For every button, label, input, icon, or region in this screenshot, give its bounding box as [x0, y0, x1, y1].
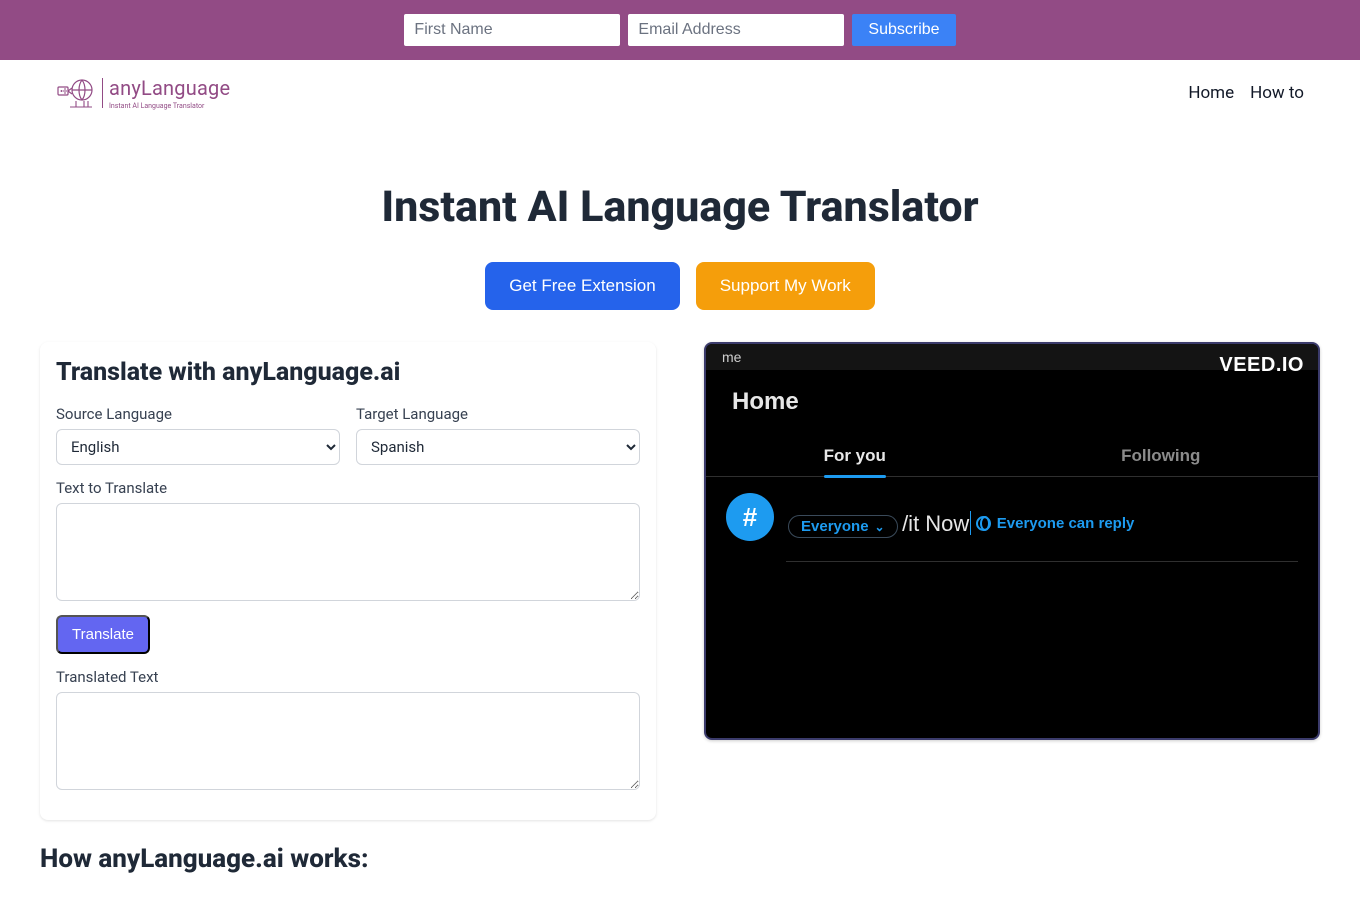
email-input[interactable] [628, 14, 844, 46]
logo-icon [56, 77, 96, 109]
translate-card-title: Translate with anyLanguage.ai [56, 358, 640, 387]
demo-tabs: For you Following [706, 446, 1318, 476]
demo-compose-text[interactable]: /it Now [902, 511, 971, 537]
first-name-input[interactable] [404, 14, 620, 46]
translate-card: Translate with anyLanguage.ai Source Lan… [40, 342, 656, 820]
logo-text-block: anyLanguage Instant AI Language Translat… [109, 76, 230, 110]
demo-reply-label: Everyone can reply [997, 515, 1135, 532]
demo-compose-divider [786, 561, 1298, 562]
nav-howto[interactable]: How to [1250, 83, 1304, 103]
logo-divider [102, 78, 103, 108]
demo-tab-for-you[interactable]: For you [824, 446, 886, 476]
main: Translate with anyLanguage.ai Source Lan… [0, 310, 1360, 820]
globe-icon [976, 516, 991, 531]
text-to-translate-field: Text to Translate [56, 479, 640, 601]
subscribe-bar: Subscribe [0, 0, 1360, 60]
logo-tagline: Instant AI Language Translator [109, 102, 230, 110]
target-language-field: Target Language Spanish [356, 405, 640, 465]
demo-tab-following[interactable]: Following [1121, 446, 1200, 476]
translated-text-field: Translated Text [56, 668, 640, 790]
demo-panel: me VEED.IO Home For you Following # Ever… [704, 342, 1320, 740]
demo-avatar: # [726, 493, 774, 541]
demo-audience-pill[interactable]: Everyone ⌄ [788, 515, 898, 538]
header: anyLanguage Instant AI Language Translat… [0, 60, 1360, 126]
target-language-select[interactable]: Spanish [356, 429, 640, 465]
main-nav: Home How to [1188, 83, 1304, 103]
demo-compose: # Everyone ⌄ /it Now Everyone can reply [706, 477, 1318, 541]
language-row: Source Language English Target Language … [56, 405, 640, 479]
demo-compose-right: Everyone ⌄ /it Now Everyone can reply [788, 493, 1298, 541]
demo-brand: VEED.IO [1219, 354, 1304, 377]
chevron-down-icon: ⌄ [875, 520, 885, 534]
nav-home[interactable]: Home [1188, 83, 1234, 103]
demo-titlebar-text: me [722, 349, 741, 365]
translated-text-output[interactable] [56, 692, 640, 790]
text-caret [970, 511, 971, 535]
how-title: How anyLanguage.ai works: [40, 844, 1320, 874]
translated-text-label: Translated Text [56, 668, 640, 686]
logo-name: anyLanguage [109, 76, 230, 100]
subscribe-button[interactable]: Subscribe [852, 14, 955, 46]
source-language-select[interactable]: English [56, 429, 340, 465]
text-to-translate-label: Text to Translate [56, 479, 640, 497]
source-language-field: Source Language English [56, 405, 340, 465]
demo-audience-label: Everyone [801, 518, 869, 535]
translate-button[interactable]: Translate [56, 615, 150, 654]
support-button[interactable]: Support My Work [696, 262, 875, 310]
logo[interactable]: anyLanguage Instant AI Language Translat… [56, 76, 230, 110]
get-extension-button[interactable]: Get Free Extension [485, 262, 679, 310]
page-title: Instant AI Language Translator [0, 182, 1360, 232]
demo-reply-setting[interactable]: Everyone can reply [976, 515, 1135, 532]
demo-compose-text-value: /it Now [902, 511, 969, 536]
how-section: How anyLanguage.ai works: [0, 820, 1360, 898]
source-language-label: Source Language [56, 405, 340, 423]
target-language-label: Target Language [356, 405, 640, 423]
hero: Instant AI Language Translator Get Free … [0, 182, 1360, 310]
text-to-translate-input[interactable] [56, 503, 640, 601]
hero-buttons: Get Free Extension Support My Work [0, 262, 1360, 310]
